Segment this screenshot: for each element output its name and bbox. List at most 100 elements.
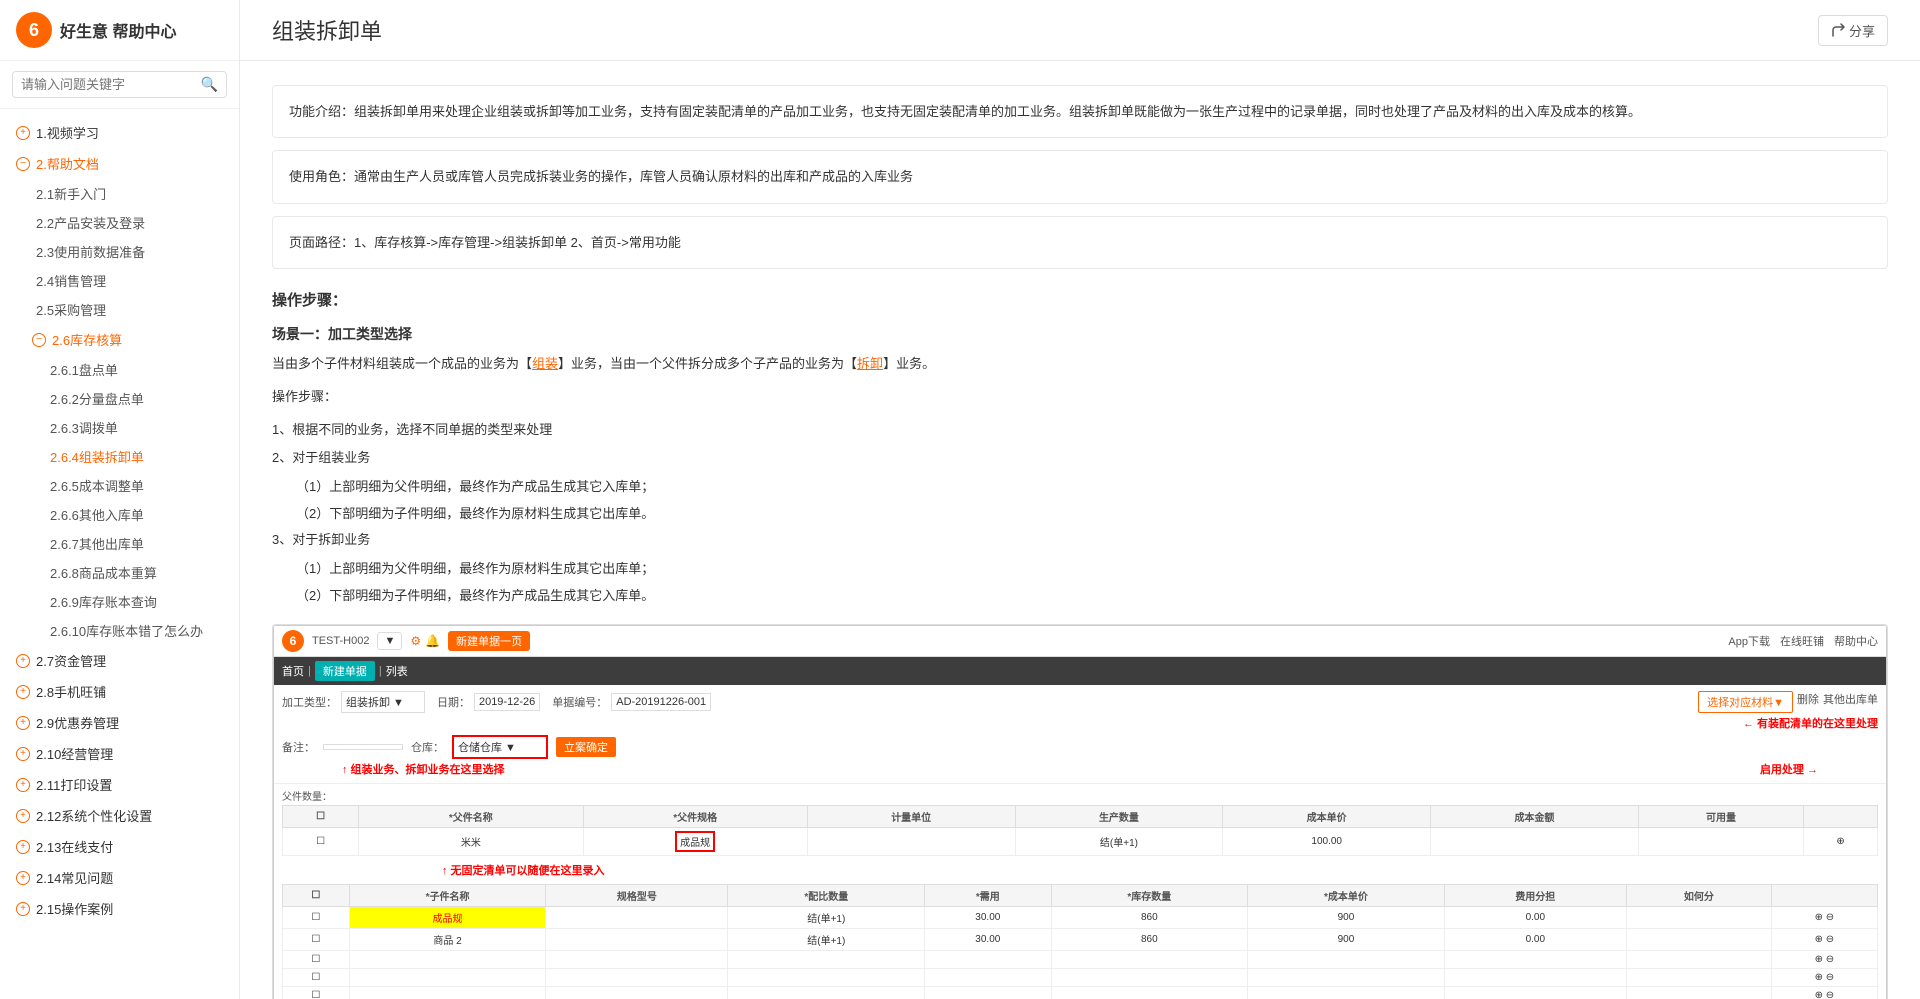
- main-header: 组装拆卸单 分享: [240, 0, 1920, 61]
- mock-date-field: 日期： 2019-12-26: [437, 693, 540, 711]
- sidebar-item-mobile[interactable]: + 2.8手机旺铺: [0, 676, 239, 707]
- scene1-desc: 当由多个子件材料组装成一个成品的业务为【组装】业务，当由一个父件拆分成多个子产品…: [272, 352, 1888, 377]
- sidebar-item-cost-adjust[interactable]: 2.6.5成本调整单: [0, 471, 239, 500]
- share-button[interactable]: 分享: [1818, 15, 1888, 46]
- col-cost2: *成本单价: [1248, 885, 1445, 907]
- sidebar-item-ops-label: 2.10经营管理: [36, 744, 113, 763]
- sidebar-item-data-prep[interactable]: 2.3使用前数据准备: [0, 237, 239, 266]
- logo-area: 6 好生意 帮助中心: [0, 0, 239, 61]
- search-button[interactable]: 🔍: [201, 76, 218, 93]
- mock-date-input[interactable]: 2019-12-26: [474, 693, 540, 711]
- mock-warehouse-select[interactable]: 仓储仓库 ▼: [452, 735, 548, 759]
- col-stock: *库存数量: [1051, 885, 1248, 907]
- table-row: ☐ 米米 成品规 结(单+1) 100.00 ⊕: [283, 828, 1878, 856]
- mock-confirm-btn[interactable]: 立案确定: [556, 737, 616, 757]
- table-row: ☐ ⊕ ⊖: [283, 951, 1878, 969]
- col-bom-qty: *配比数量: [728, 885, 925, 907]
- cell-qty: 结(单+1): [1015, 828, 1223, 856]
- sidebar: 6 好生意 帮助中心 🔍 + 1.视频学习 − 2.帮助文档 2.1新手入门 2…: [0, 0, 240, 999]
- sidebar-item-faq[interactable]: + 2.14常见问题: [0, 862, 239, 893]
- sidebar-item-transfer[interactable]: 2.6.3调拨单: [0, 413, 239, 442]
- mock-save-btn[interactable]: 选择对应材料▼: [1698, 691, 1793, 713]
- col-spec2: 规格型号: [546, 885, 728, 907]
- sidebar-item-finance[interactable]: + 2.7资金管理: [0, 645, 239, 676]
- sidebar-item-label: 2.帮助文档: [36, 154, 99, 173]
- scene1-title: 场景一：加工类型选择: [272, 324, 1888, 344]
- mock-more-btn[interactable]: 其他出库单: [1823, 691, 1878, 713]
- path-intro-text: 页面路径：1、库存核算->库存管理->组装拆卸单 2、首页->常用功能: [289, 235, 681, 250]
- col-cost: 成本单价: [1223, 806, 1431, 828]
- cell-amount: [1431, 828, 1639, 856]
- mock-delete-btn[interactable]: 删除: [1797, 691, 1819, 713]
- sidebar-item-fraction-stocktake[interactable]: 2.6.2分量盘点单: [0, 384, 239, 413]
- cell-cost3: 900: [1248, 907, 1445, 929]
- cell-share: [1626, 907, 1771, 929]
- mock-nav-assembly[interactable]: 新建单据: [315, 661, 375, 681]
- sidebar-item-sales[interactable]: 2.4销售管理: [0, 266, 239, 295]
- step-2: 2、对于组装业务: [272, 446, 1888, 471]
- page-title: 组装拆卸单: [272, 14, 382, 46]
- sidebar-item-install[interactable]: 2.2产品安装及登录: [0, 208, 239, 237]
- annotation-row-table: ↑ 无固定清单可以随便在这里录入: [274, 860, 1886, 880]
- screenshot-container: 6 TEST-H002 ▼ ⚙ 🔔 新建单据一页 App下载 在线旺铺 帮助中心: [272, 624, 1888, 999]
- sidebar-item-coupon-label: 2.9优惠券管理: [36, 713, 119, 732]
- mock-logo: 6: [282, 630, 304, 652]
- sidebar-item-docs[interactable]: − 2.帮助文档: [0, 148, 239, 179]
- sidebar-item-print-label: 2.11打印设置: [36, 775, 112, 794]
- mock-remark[interactable]: [323, 744, 403, 750]
- sidebar-item-cases[interactable]: + 2.15操作案例: [0, 893, 239, 924]
- sidebar-item-coupon[interactable]: + 2.9优惠券管理: [0, 707, 239, 738]
- expand-icon-personal: +: [16, 809, 30, 823]
- assemble-link[interactable]: 组装: [532, 356, 558, 371]
- search-input[interactable]: [21, 77, 201, 92]
- sidebar-item-print[interactable]: + 2.11打印设置: [0, 769, 239, 800]
- nav-section-1: + 1.视频学习: [0, 117, 239, 148]
- mock-no-input[interactable]: AD-20191226-001: [611, 693, 711, 711]
- mock-brand: TEST-H002: [312, 635, 369, 647]
- col-name2: *子件名称: [349, 885, 546, 907]
- expand-icon: +: [16, 126, 30, 140]
- collapse-icon: −: [16, 157, 30, 171]
- cell-name3: 商品 2: [349, 929, 546, 951]
- step-3: 3、对于拆卸业务: [272, 528, 1888, 553]
- mock-type-field: 加工类型： 组装拆卸 ▼: [282, 691, 425, 713]
- mock-nav-list[interactable]: 列表: [386, 663, 408, 679]
- expand-icon-print: +: [16, 778, 30, 792]
- mock-table-parent: ☐ *父件名称 *父件规格 计量单位 生产数量 成本单价 成本金额 可用量: [282, 805, 1878, 856]
- cell-name: 米米: [359, 828, 583, 856]
- table-row: ☐ ⊕ ⊖: [283, 987, 1878, 999]
- logo-text: 好生意 帮助中心: [60, 18, 176, 42]
- sidebar-item-stocktake[interactable]: 2.6.1盘点单: [0, 355, 239, 384]
- cell-avail: [1638, 828, 1803, 856]
- sidebar-item-purchase[interactable]: 2.5采购管理: [0, 295, 239, 324]
- sidebar-item-ops[interactable]: + 2.10经营管理: [0, 738, 239, 769]
- mock-new-btn[interactable]: 新建单据一页: [448, 631, 530, 651]
- sidebar-item-personal[interactable]: + 2.12系统个性化设置: [0, 800, 239, 831]
- sidebar-item-payment[interactable]: + 2.13在线支付: [0, 831, 239, 862]
- disassemble-link[interactable]: 拆卸: [857, 356, 883, 371]
- mock-right-links: App下载 在线旺铺 帮助中心: [1728, 633, 1878, 649]
- mock-dropdown: ▼: [377, 632, 402, 650]
- search-box[interactable]: 🔍: [12, 71, 227, 98]
- cell-bom-qty2: 结(单+1): [728, 907, 925, 929]
- step-1: 1、根据不同的业务，选择不同单据的类型来处理: [272, 418, 1888, 443]
- sidebar-item-other-out[interactable]: 2.6.7其他出库单: [0, 529, 239, 558]
- sidebar-item-inventory-query[interactable]: 2.6.9库存账本查询: [0, 587, 239, 616]
- cell-cost: 100.00: [1223, 828, 1431, 856]
- mock-action-btns: 选择对应材料▼ 删除 其他出库单: [1698, 691, 1878, 713]
- col-ops: [1804, 806, 1878, 828]
- sidebar-item-other-in[interactable]: 2.6.6其他入库单: [0, 500, 239, 529]
- mock-nav-home[interactable]: 首页: [282, 663, 304, 679]
- function-intro: 功能介绍：组装拆卸单用来处理企业组装或拆卸等加工业务，支持有固定装配清单的产品加…: [272, 85, 1888, 138]
- cell-amount3: 0.00: [1444, 907, 1626, 929]
- sidebar-item-personal-label: 2.12系统个性化设置: [36, 806, 152, 825]
- mock-type-select[interactable]: 组装拆卸 ▼: [341, 691, 425, 713]
- col-amount2: 费用分担: [1444, 885, 1626, 907]
- sidebar-item-inventory[interactable]: − 2.6库存核算: [0, 324, 239, 355]
- sidebar-item-video[interactable]: + 1.视频学习: [0, 117, 239, 148]
- sidebar-item-assembly[interactable]: 2.6.4组装拆卸单: [0, 442, 239, 471]
- sidebar-item-inventory-error[interactable]: 2.6.10库存账本错了怎么办: [0, 616, 239, 645]
- function-intro-text: 功能介绍：组装拆卸单用来处理企业组装或拆卸等加工业务，支持有固定装配清单的产品加…: [289, 104, 1641, 119]
- sidebar-item-beginner[interactable]: 2.1新手入门: [0, 179, 239, 208]
- sidebar-item-cost-recalc[interactable]: 2.6.8商品成本重算: [0, 558, 239, 587]
